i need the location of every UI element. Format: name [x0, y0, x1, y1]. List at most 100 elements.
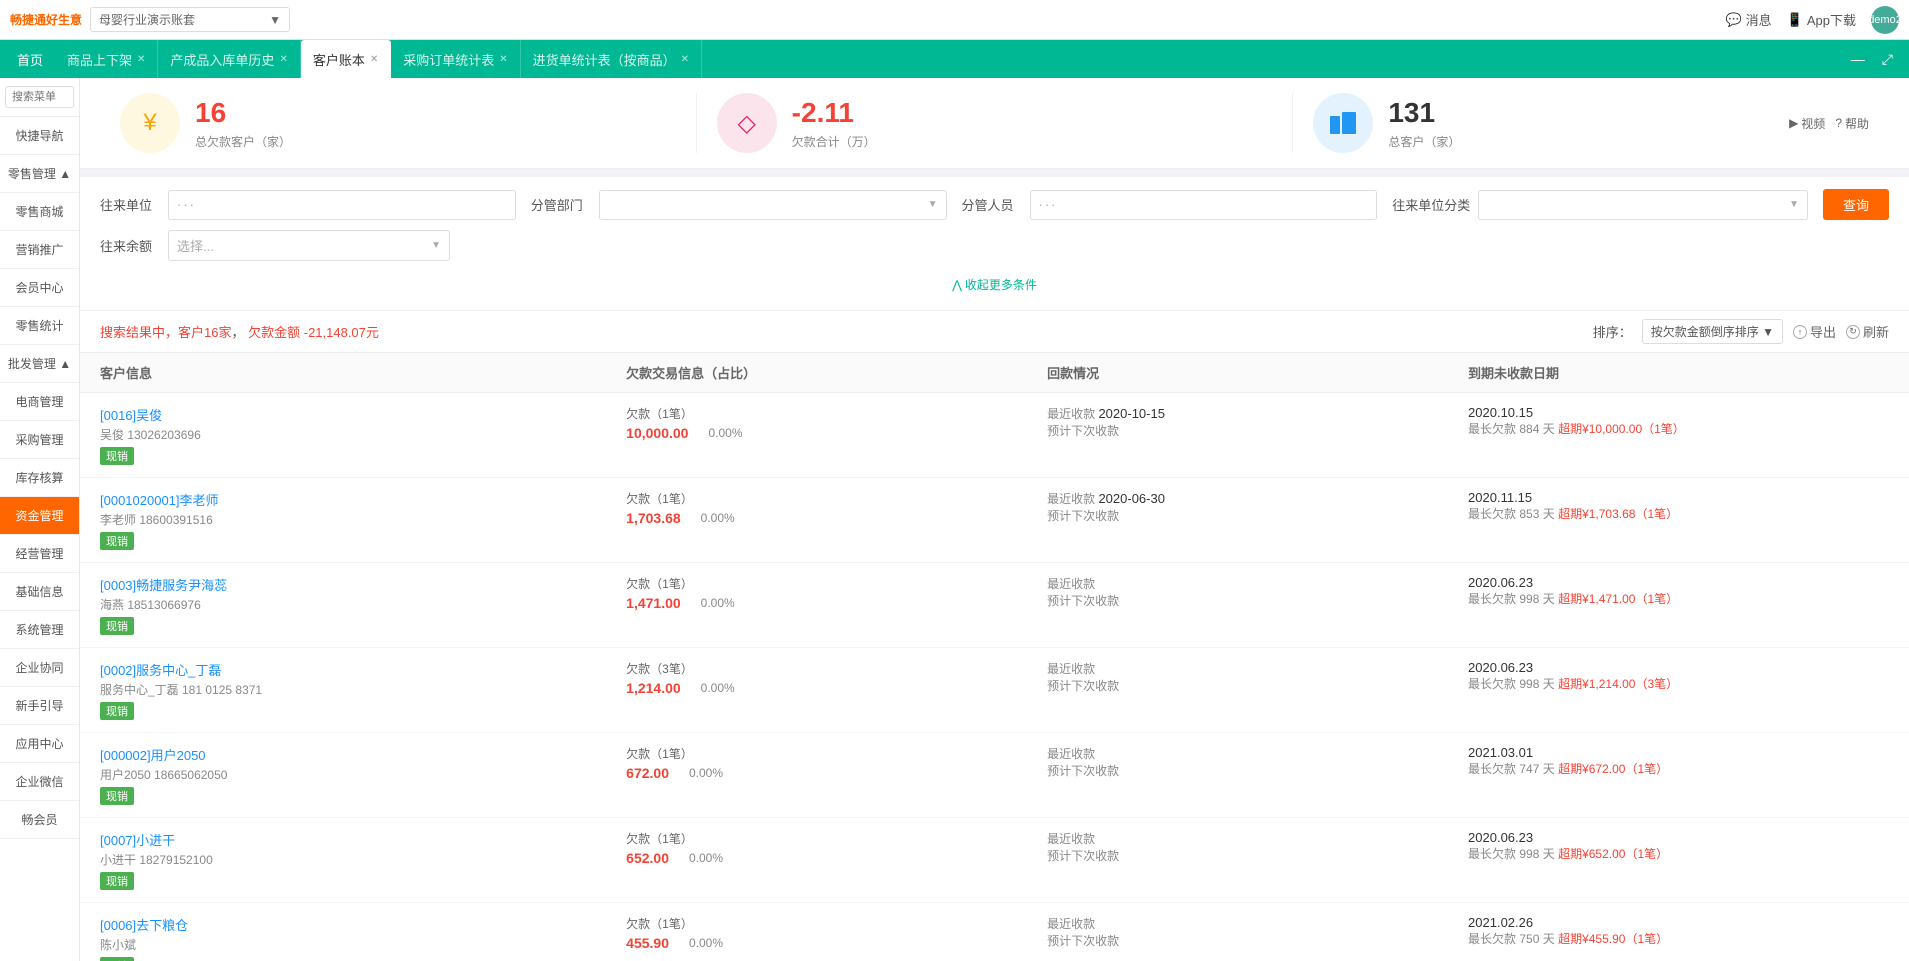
stats-row: ¥ 16 总欠款客户（家） ◇ -2.11 欠款合计（万） [80, 78, 1909, 169]
customer-sub-7: 陈小斌 [100, 936, 626, 953]
filter-balance-input[interactable]: 选择... ▼ [168, 230, 450, 261]
logo-text: 畅捷通好生意 [10, 11, 82, 28]
overdue-link-2[interactable]: 超期¥1,703.68（1笔） [1558, 507, 1678, 521]
close-icon[interactable]: ✕ [499, 54, 507, 65]
tab-customer-account[interactable]: 客户账本 ✕ [301, 40, 391, 78]
due-date-4: 2020.06.23 [1468, 660, 1889, 675]
export-btn[interactable]: ↑ 导出 [1793, 322, 1836, 341]
debt-cell-7: 欠款（1笔） 455.90 0.00% [626, 915, 1047, 951]
customer-name-link-5[interactable]: [000002]用户2050 [100, 748, 206, 763]
message-btn[interactable]: 💬 消息 [1725, 10, 1771, 29]
sidebar-item-operations[interactable]: 经营管理 [0, 535, 79, 573]
sidebar-item-purchase[interactable]: 采购管理 [0, 421, 79, 459]
sidebar-search-input[interactable] [5, 86, 74, 108]
overdue-days-6: 最长欠款 998 天 超期¥652.00（1笔） [1468, 845, 1889, 862]
sidebar-item-system[interactable]: 系统管理 [0, 611, 79, 649]
sidebar-item-collab[interactable]: 企业协同 [0, 649, 79, 687]
search-button[interactable]: 查询 [1823, 189, 1889, 220]
filter-unit-category-input[interactable]: ▼ [1478, 190, 1808, 220]
debt-row-1: 10,000.00 0.00% [626, 425, 1047, 441]
close-icon[interactable]: ✕ [370, 54, 378, 65]
customer-cell-6: [0007]小进干 小进干 18279152100 现销 [100, 830, 626, 890]
due-date-2: 2020.11.15 [1468, 490, 1889, 505]
customer-cell-3: [0003]畅捷服务尹海蕊 海燕 18513066976 现销 [100, 575, 626, 635]
col-collection: 回款情况 [1047, 363, 1468, 382]
filter-source-unit-input[interactable]: ··· [168, 190, 516, 220]
customer-sub-5: 用户2050 18665062050 [100, 766, 626, 783]
debt-pct-6: 0.00% [689, 851, 723, 865]
debt-pct-3: 0.00% [701, 596, 735, 610]
table-row: [0003]畅捷服务尹海蕊 海燕 18513066976 现销 欠款（1笔） 1… [80, 563, 1909, 648]
customer-cell-4: [0002]服务中心_丁磊 服务中心_丁磊 181 0125 8371 现销 [100, 660, 626, 720]
overdue-link-1[interactable]: 超期¥10,000.00（1笔） [1558, 422, 1685, 436]
sidebar-item-retail-mgmt[interactable]: 零售管理 ▲ [0, 155, 79, 193]
tab-goods-stats[interactable]: 进货单统计表（按商品） ✕ [521, 40, 702, 78]
close-icon[interactable]: ✕ [681, 54, 689, 65]
sort-select[interactable]: 按欠款金额倒序排序 ▼ [1642, 319, 1783, 344]
customer-name-link-1[interactable]: [0016]吴俊 [100, 408, 162, 423]
stat-debt-total-value: -2.11 [792, 97, 876, 129]
debt-pct-7: 0.00% [689, 936, 723, 950]
due-date-5: 2021.03.01 [1468, 745, 1889, 760]
sidebar-item-retail-mall[interactable]: 零售商城 [0, 193, 79, 231]
filter-dept-input[interactable]: ▼ [599, 190, 947, 220]
sidebar-item-inventory[interactable]: 库存核算 [0, 459, 79, 497]
sidebar-search-container [0, 78, 79, 117]
help-btn[interactable]: ? 帮助 [1835, 115, 1869, 132]
customer-name-link-4[interactable]: [0002]服务中心_丁磊 [100, 663, 221, 678]
collection-cell-7: 最近收款 预计下次收款 [1047, 915, 1468, 949]
sidebar-item-app-center[interactable]: 应用中心 [0, 725, 79, 763]
results-amount-value: -21,148.07元 [304, 325, 379, 340]
dots-icon: ··· [1039, 197, 1058, 212]
collapse-filter-btn[interactable]: ⋀ 收起更多条件 [100, 271, 1889, 298]
filter-row-1: 往来单位 ··· 分管部门 ▼ 分管人员 ··· [100, 189, 1889, 220]
minimize-icon[interactable]: — [1845, 47, 1871, 72]
debt-row-7: 455.90 0.00% [626, 935, 1047, 951]
sidebar-item-finance[interactable]: 资金管理 [0, 497, 79, 535]
debt-count-7: 欠款（1笔） [626, 915, 1047, 932]
sidebar-item-member[interactable]: 会员中心 [0, 269, 79, 307]
sidebar-item-retail-stats[interactable]: 零售统计 [0, 307, 79, 345]
debt-count-1: 欠款（1笔） [626, 405, 1047, 422]
user-avatar-btn[interactable]: demo2 [1871, 6, 1899, 34]
customer-name-link-3[interactable]: [0003]畅捷服务尹海蕊 [100, 578, 227, 593]
close-icon[interactable]: ✕ [137, 54, 145, 65]
tab-purchase-order[interactable]: 采购订单统计表 ✕ [391, 40, 520, 78]
sidebar-item-wholesale[interactable]: 批发管理 ▲ [0, 345, 79, 383]
tab-home[interactable]: 首页 [5, 40, 55, 78]
next-collection-5: 预计下次收款 [1047, 762, 1468, 779]
filter-manager-input[interactable]: ··· [1030, 190, 1378, 220]
overdue-link-4[interactable]: 超期¥1,214.00（3笔） [1558, 677, 1678, 691]
overdue-link-7[interactable]: 超期¥455.90（1笔） [1558, 932, 1668, 946]
debt-amount-6: 652.00 [626, 850, 669, 866]
company-select[interactable]: 母婴行业演示账套 ▼ [90, 7, 290, 32]
tab-product-listing[interactable]: 商品上下架 ✕ [55, 40, 158, 78]
customer-name-link-7[interactable]: [0006]去下粮仓 [100, 918, 188, 933]
overdue-link-6[interactable]: 超期¥652.00（1笔） [1558, 847, 1668, 861]
sidebar-item-ecommerce[interactable]: 电商管理 [0, 383, 79, 421]
overdue-link-5[interactable]: 超期¥672.00（1笔） [1558, 762, 1668, 776]
overdue-link-3[interactable]: 超期¥1,471.00（1笔） [1558, 592, 1678, 606]
refresh-btn[interactable]: ↻ 刷新 [1846, 322, 1889, 341]
sidebar-item-guide[interactable]: 新手引导 [0, 687, 79, 725]
debt-pct-5: 0.00% [689, 766, 723, 780]
results-bar: 搜索结果中，客户16家， 欠款金额 -21,148.07元 排序： 按欠款金额倒… [80, 311, 1909, 353]
customer-tag-2: 现销 [100, 532, 134, 550]
tab-label: 商品上下架 [67, 50, 132, 69]
debt-row-3: 1,471.00 0.00% [626, 595, 1047, 611]
app-download-btn[interactable]: 📱 App下载 [1787, 10, 1856, 29]
sidebar-item-marketing[interactable]: 营销推广 [0, 231, 79, 269]
video-btn[interactable]: ▶ 视频 [1789, 115, 1825, 132]
tab-production-history[interactable]: 产成品入库单历史 ✕ [158, 40, 300, 78]
collection-cell-2: 最近收款 2020-06-30 预计下次收款 [1047, 490, 1468, 524]
close-icon[interactable]: ✕ [279, 54, 287, 65]
customer-name-link-6[interactable]: [0007]小进干 [100, 833, 175, 848]
customer-name-link-2[interactable]: [0001020001]李老师 [100, 493, 219, 508]
customer-sub-1: 吴俊 13026203696 [100, 426, 626, 443]
sidebar-item-enterprise-wechat[interactable]: 企业微信 [0, 763, 79, 801]
sidebar-item-chang-member[interactable]: 畅会员 [0, 801, 79, 839]
maximize-icon[interactable]: ⤢ [1876, 47, 1899, 72]
col-customer-info: 客户信息 [100, 363, 626, 382]
sidebar-item-basic-info[interactable]: 基础信息 [0, 573, 79, 611]
sidebar-item-quick-nav[interactable]: 快捷导航 [0, 117, 79, 155]
